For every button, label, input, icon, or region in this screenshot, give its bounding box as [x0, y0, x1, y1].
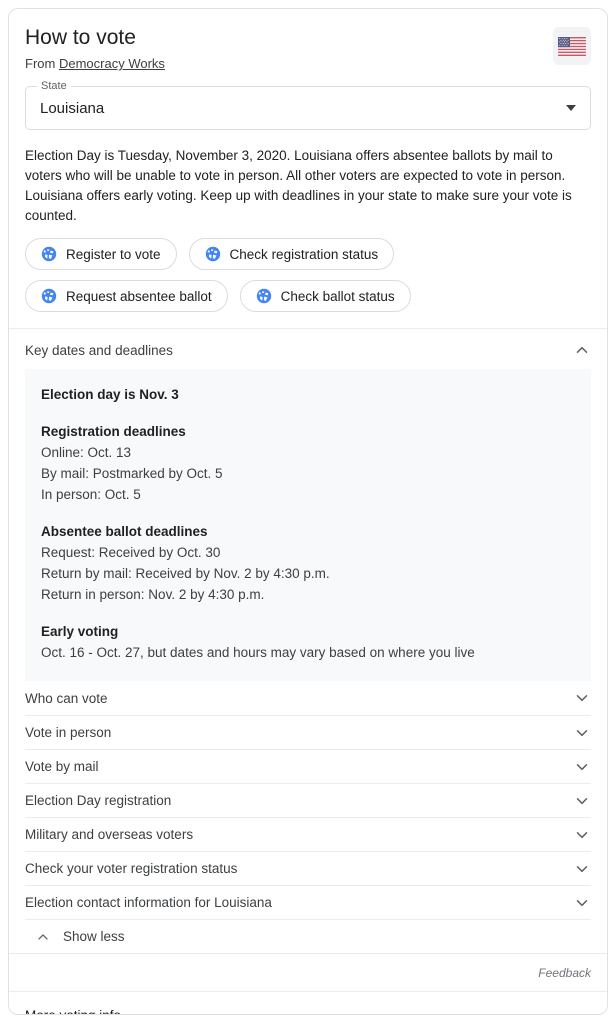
us-flag-tile — [553, 27, 591, 65]
globe-icon — [41, 288, 57, 304]
caret-down-icon[interactable] — [566, 105, 576, 111]
registration-line: In person: Oct. 5 — [41, 484, 575, 505]
accordion-list: Who can vote Vote in person Vote by mail… — [9, 681, 607, 953]
accordion-row-vote-in-person[interactable]: Vote in person — [25, 715, 591, 749]
accordion-label: Vote in person — [25, 725, 111, 740]
accordion-label: Who can vote — [25, 691, 108, 706]
state-select[interactable]: State Louisiana — [25, 86, 591, 130]
chevron-down-icon[interactable] — [573, 758, 591, 776]
accordion-label: Election contact information for Louisia… — [25, 895, 272, 910]
chip-check-registration-status[interactable]: Check registration status — [189, 238, 395, 270]
card-header: How to vote From Democracy Works — [9, 9, 607, 72]
show-less-button[interactable]: Show less — [25, 919, 591, 953]
globe-icon — [256, 288, 272, 304]
description-paragraph: Election Day is Tuesday, November 3, 202… — [9, 130, 607, 226]
chip-request-absentee-ballot[interactable]: Request absentee ballot — [25, 280, 228, 312]
absentee-deadlines-group: Absentee ballot deadlines Request: Recei… — [41, 522, 575, 605]
accordion-label: Election Day registration — [25, 793, 171, 808]
chevron-up-icon[interactable] — [573, 341, 591, 359]
chip-check-ballot-status[interactable]: Check ballot status — [240, 280, 411, 312]
chevron-down-icon[interactable] — [573, 826, 591, 844]
accordion-row-military-and-overseas-voters[interactable]: Military and overseas voters — [25, 817, 591, 851]
chip-label: Check registration status — [230, 247, 379, 262]
early-voting-heading: Early voting — [41, 622, 575, 642]
absentee-deadlines-heading: Absentee ballot deadlines — [41, 522, 575, 542]
state-select-label: State — [37, 80, 71, 93]
accordion-row-election-day-registration[interactable]: Election Day registration — [25, 783, 591, 817]
source-prefix: From — [25, 56, 55, 71]
absentee-line: Request: Received by Oct. 30 — [41, 542, 575, 563]
absentee-line: Return in person: Nov. 2 by 4:30 p.m. — [41, 584, 575, 605]
globe-icon — [41, 246, 57, 262]
how-to-vote-card: How to vote From Democracy Works — [8, 8, 608, 1015]
registration-line: Online: Oct. 13 — [41, 442, 575, 463]
chip-label: Request absentee ballot — [66, 289, 212, 304]
chevron-down-icon[interactable] — [573, 860, 591, 878]
more-voting-info-section: More voting info How to register — [9, 991, 607, 1015]
page-title: How to vote — [25, 25, 165, 51]
chevron-down-icon[interactable] — [573, 724, 591, 742]
chevron-down-icon[interactable] — [573, 792, 591, 810]
action-chip-row: Register to vote Check registration stat… — [9, 226, 607, 312]
accordion-label: Military and overseas voters — [25, 827, 193, 842]
accordion-label: Vote by mail — [25, 759, 99, 774]
chip-label: Check ballot status — [281, 289, 395, 304]
section-label: Key dates and deadlines — [25, 343, 173, 358]
state-select-value: Louisiana — [40, 100, 104, 117]
accordion-label: Check your voter registration status — [25, 861, 237, 876]
chevron-up-icon — [35, 929, 51, 945]
feedback-bar: Feedback — [9, 953, 607, 991]
registration-deadlines-heading: Registration deadlines — [41, 422, 575, 442]
chevron-down-icon[interactable] — [573, 689, 591, 707]
early-voting-group: Early voting Oct. 16 - Oct. 27, but date… — [41, 622, 575, 663]
more-voting-info-title: More voting info — [25, 1008, 591, 1015]
key-dates-panel: Election day is Nov. 3 Registration dead… — [25, 369, 591, 681]
globe-icon — [205, 246, 221, 262]
accordion-row-election-contact-information[interactable]: Election contact information for Louisia… — [25, 885, 591, 919]
chip-register-to-vote[interactable]: Register to vote — [25, 238, 177, 270]
absentee-line: Return by mail: Received by Nov. 2 by 4:… — [41, 563, 575, 584]
registration-deadlines-group: Registration deadlines Online: Oct. 13 B… — [41, 422, 575, 505]
early-voting-line: Oct. 16 - Oct. 27, but dates and hours m… — [41, 642, 575, 663]
us-flag-icon — [558, 37, 586, 56]
chevron-down-icon[interactable] — [573, 894, 591, 912]
accordion-row-check-your-voter-registration-status[interactable]: Check your voter registration status — [25, 851, 591, 885]
section-header-key-dates[interactable]: Key dates and deadlines — [9, 329, 607, 369]
source-link[interactable]: Democracy Works — [59, 56, 165, 71]
accordion-row-who-can-vote[interactable]: Who can vote — [25, 681, 591, 715]
feedback-link[interactable]: Feedback — [538, 966, 591, 980]
header-text-group: How to vote From Democracy Works — [25, 25, 165, 72]
chip-label: Register to vote — [66, 247, 161, 262]
show-less-label: Show less — [63, 929, 125, 944]
state-select-wrapper: State Louisiana — [9, 72, 607, 130]
source-attribution: From Democracy Works — [25, 55, 165, 72]
accordion-row-vote-by-mail[interactable]: Vote by mail — [25, 749, 591, 783]
registration-line: By mail: Postmarked by Oct. 5 — [41, 463, 575, 484]
election-day-heading: Election day is Nov. 3 — [41, 385, 575, 405]
